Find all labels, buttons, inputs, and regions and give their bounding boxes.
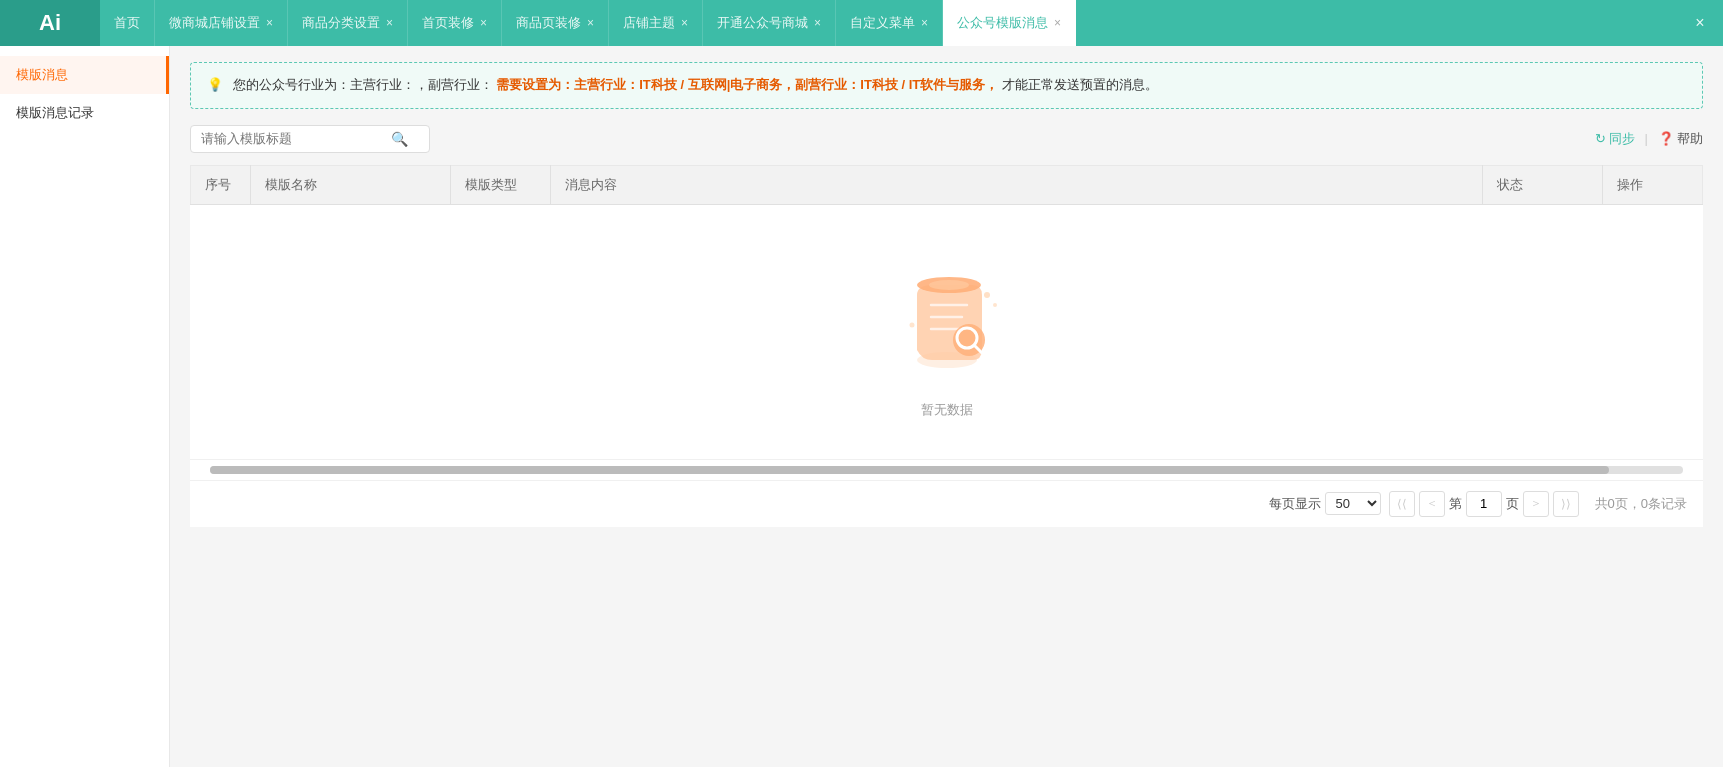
search-input[interactable] xyxy=(201,131,391,146)
nav-tab-label: 店铺主题 xyxy=(623,14,675,32)
nav-tab[interactable]: 公众号模版消息 × xyxy=(943,0,1076,46)
first-page-button[interactable]: ⟨⟨ xyxy=(1389,491,1415,517)
search-row: 🔍 ↻ 同步 | ❓ 帮助 xyxy=(190,125,1703,153)
top-nav: Ai 首页微商城店铺设置×商品分类设置×首页装修×商品页装修×店铺主题×开通公众… xyxy=(0,0,1723,46)
nav-tab-label: 商品页装修 xyxy=(516,14,581,32)
empty-text: 暂无数据 xyxy=(921,401,973,419)
nav-tab-label: 商品分类设置 xyxy=(302,14,380,32)
brand-logo: Ai xyxy=(0,0,100,46)
page-input-wrap xyxy=(1466,491,1502,517)
nav-tab[interactable]: 商品分类设置 × xyxy=(288,0,408,46)
nav-tab-label: 首页装修 xyxy=(422,14,474,32)
content-area: 💡 您的公众号行业为：主营行业：，副营行业： 需要设置为：主营行业：IT科技 /… xyxy=(170,46,1723,767)
sync-label: 同步 xyxy=(1609,130,1635,148)
svg-point-2 xyxy=(929,280,969,290)
nav-tab-close[interactable]: × xyxy=(386,16,393,30)
nav-tab-close[interactable]: × xyxy=(681,16,688,30)
notice-highlight: 需要设置为：主营行业：IT科技 / 互联网|电子商务，副营行业：IT科技 / I… xyxy=(496,77,998,92)
page-label: 第 xyxy=(1449,495,1462,513)
table-header-cell: 状态 xyxy=(1483,165,1603,204)
nav-tab[interactable]: 微商城店铺设置 × xyxy=(155,0,288,46)
notice-box: 💡 您的公众号行业为：主营行业：，副营行业： 需要设置为：主营行业：IT科技 /… xyxy=(190,62,1703,109)
nav-tab-label: 首页 xyxy=(114,14,140,32)
sync-button[interactable]: ↻ 同步 xyxy=(1595,130,1635,148)
page-unit: 页 xyxy=(1506,495,1519,513)
nav-tab[interactable]: 开通公众号商城 × xyxy=(703,0,836,46)
search-icon[interactable]: 🔍 xyxy=(391,131,408,147)
sync-icon: ↻ xyxy=(1595,131,1606,146)
page-nav: ⟨⟨ ＜ 第 页 ＞ ⟩⟩ xyxy=(1389,491,1579,517)
empty-icon xyxy=(887,265,1007,385)
scrollbar-row xyxy=(190,459,1703,480)
help-button[interactable]: ❓ 帮助 xyxy=(1658,130,1703,148)
per-page-dropdown[interactable]: 102050100 xyxy=(1325,492,1381,515)
pagination-row: 每页显示 102050100 ⟨⟨ ＜ 第 页 ＞ ⟩⟩ 共0页，0条记录 xyxy=(190,480,1703,527)
search-input-wrap: 🔍 xyxy=(190,125,430,153)
nav-tab-label: 微商城店铺设置 xyxy=(169,14,260,32)
sidebar-item[interactable]: 模版消息 xyxy=(0,56,169,94)
nav-tab-close[interactable]: × xyxy=(1054,16,1061,30)
nav-tab[interactable]: 首页装修 × xyxy=(408,0,502,46)
help-label: 帮助 xyxy=(1677,130,1703,148)
notice-prefix: 您的公众号行业为：主营行业：，副营行业： xyxy=(233,77,493,92)
svg-point-9 xyxy=(984,292,990,298)
total-info: 共0页，0条记录 xyxy=(1595,495,1687,513)
nav-tab-close[interactable]: × xyxy=(814,16,821,30)
per-page-select: 每页显示 102050100 xyxy=(1269,492,1381,515)
nav-tab[interactable]: 首页 xyxy=(100,0,155,46)
svg-point-10 xyxy=(993,303,997,307)
sidebar-item[interactable]: 模版消息记录 xyxy=(0,94,169,132)
table-header-cell: 消息内容 xyxy=(551,165,1483,204)
scrollbar-thumb[interactable] xyxy=(210,466,1609,474)
table-header-row: 序号模版名称模版类型消息内容状态操作 xyxy=(191,165,1703,204)
per-page-label: 每页显示 xyxy=(1269,495,1321,513)
table-header-cell: 序号 xyxy=(191,165,251,204)
nav-tab[interactable]: 店铺主题 × xyxy=(609,0,703,46)
nav-tab[interactable]: 商品页装修 × xyxy=(502,0,609,46)
notice-icon: 💡 xyxy=(207,77,223,92)
page-input[interactable] xyxy=(1466,491,1502,517)
empty-state: 暂无数据 xyxy=(190,205,1703,459)
prev-page-button[interactable]: ＜ xyxy=(1419,491,1445,517)
toolbar-right: ↻ 同步 | ❓ 帮助 xyxy=(1595,130,1703,148)
help-icon: ❓ xyxy=(1658,131,1674,146)
horizontal-scrollbar[interactable] xyxy=(210,466,1683,474)
nav-tab-label: 开通公众号商城 xyxy=(717,14,808,32)
last-page-button[interactable]: ⟩⟩ xyxy=(1553,491,1579,517)
nav-tabs: 首页微商城店铺设置×商品分类设置×首页装修×商品页装修×店铺主题×开通公众号商城… xyxy=(100,0,1677,46)
main-container: 模版消息模版消息记录 💡 您的公众号行业为：主营行业：，副营行业： 需要设置为：… xyxy=(0,46,1723,767)
nav-tab-close[interactable]: × xyxy=(480,16,487,30)
table-header-cell: 操作 xyxy=(1603,165,1703,204)
next-page-button[interactable]: ＞ xyxy=(1523,491,1549,517)
nav-tab-close[interactable]: × xyxy=(921,16,928,30)
divider: | xyxy=(1645,131,1648,146)
nav-tab-close[interactable]: × xyxy=(587,16,594,30)
notice-suffix: 才能正常发送预置的消息。 xyxy=(1002,77,1158,92)
nav-tab[interactable]: 自定义菜单 × xyxy=(836,0,943,46)
close-all-button[interactable]: × xyxy=(1677,0,1723,46)
table-header-cell: 模版类型 xyxy=(451,165,551,204)
svg-point-11 xyxy=(909,322,914,327)
nav-tab-label: 公众号模版消息 xyxy=(957,14,1048,32)
sidebar: 模版消息模版消息记录 xyxy=(0,46,170,767)
table-header-cell: 模版名称 xyxy=(251,165,451,204)
data-table: 序号模版名称模版类型消息内容状态操作 xyxy=(190,165,1703,205)
nav-tab-close[interactable]: × xyxy=(266,16,273,30)
nav-tab-label: 自定义菜单 xyxy=(850,14,915,32)
